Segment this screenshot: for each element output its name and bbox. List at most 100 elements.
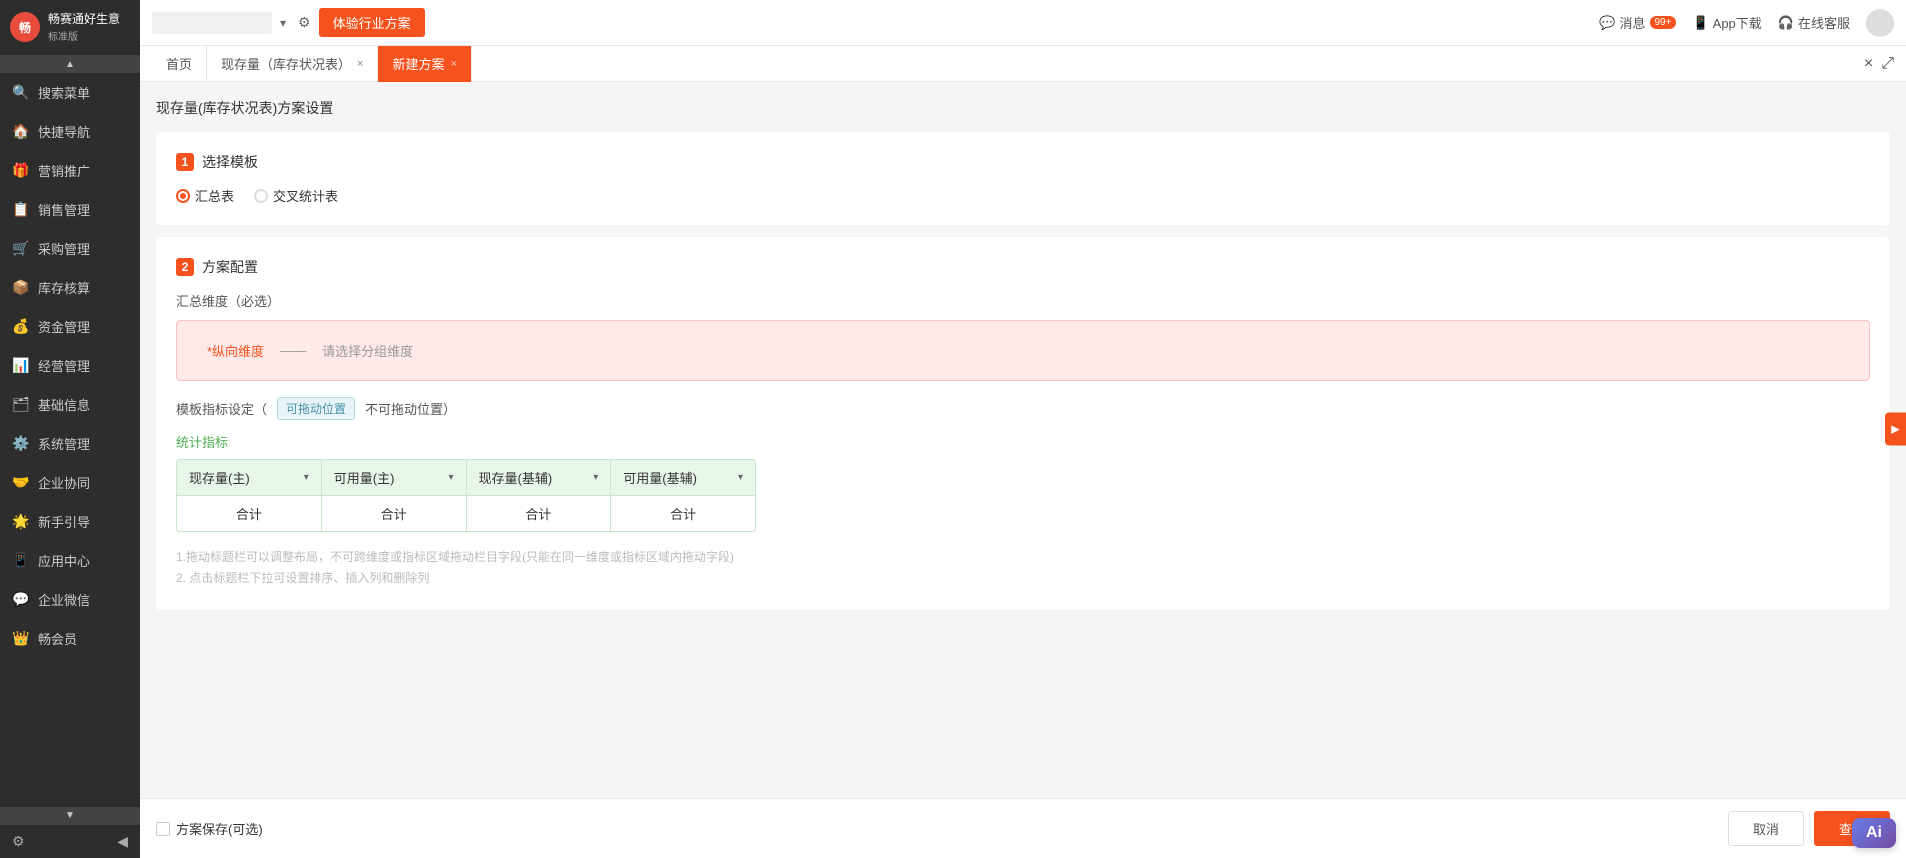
stats-section-title: 统计指标 (176, 432, 1870, 451)
sidebar-scroll-up[interactable]: ▲ (0, 56, 140, 73)
chevron-down-icon-3: ▾ (738, 472, 743, 483)
headset-icon: 🎧 (1778, 15, 1794, 31)
sidebar-item-label: 畅会员 (38, 629, 77, 648)
stats-col-2[interactable]: 现存量(基辅) ▾ (467, 460, 612, 495)
sidebar-scroll-down[interactable]: ▼ (0, 807, 140, 824)
online-service-button[interactable]: 🎧 在线客服 (1778, 13, 1850, 32)
main-area: ▾ ⚙ 体验行业方案 💬 消息 99+ 📱 App下载 🎧 在线客服 首页 (140, 0, 1906, 858)
indicator-settings: 模板指标设定（ 可拖动位置 不可拖动位置） (176, 397, 1870, 420)
crown-icon: 👑 (12, 629, 30, 647)
sidebar-item-vip[interactable]: 👑 畅会员 (0, 619, 140, 658)
stats-body-col-2: 合计 (467, 496, 612, 531)
stats-table-body: 合计 合计 合计 合计 (177, 495, 755, 531)
save-checkbox-box (156, 822, 170, 836)
sidebar-item-cooperation[interactable]: 🤝 企业协同 (0, 463, 140, 502)
stats-col-3-label: 可用量(基辅) (623, 468, 697, 487)
sidebar-item-newbie[interactable]: 🌟 新手引导 (0, 502, 140, 541)
tab-new-scheme-close-icon[interactable]: × (450, 58, 456, 70)
indicator-no-drag-label: 不可拖动位置） (365, 399, 456, 418)
sidebar-item-finance[interactable]: 💰 资金管理 (0, 307, 140, 346)
section2-header: 2 方案配置 (176, 257, 1870, 277)
tabs-right: × ⤢ (1864, 55, 1894, 73)
sidebar-item-appcenter[interactable]: 📱 应用中心 (0, 541, 140, 580)
window-close-button[interactable]: × (1864, 55, 1873, 73)
topbar: ▾ ⚙ 体验行业方案 💬 消息 99+ 📱 App下载 🎧 在线客服 (140, 0, 1906, 46)
right-side-handle[interactable]: ▶ (1885, 413, 1906, 446)
sidebar-item-label: 应用中心 (38, 551, 90, 570)
gear-sidebar-icon: ⚙️ (12, 434, 30, 452)
sidebar-item-label: 企业微信 (38, 590, 90, 609)
sidebar-item-label: 系统管理 (38, 434, 90, 453)
trial-industry-button[interactable]: 体验行业方案 (319, 8, 425, 37)
stats-col-1[interactable]: 可用量(主) ▾ (322, 460, 467, 495)
app-download-button[interactable]: 📱 App下载 (1692, 13, 1761, 32)
sidebar-item-wechat[interactable]: 💬 企业微信 (0, 580, 140, 619)
stats-col-0-label: 现存量(主) (189, 468, 250, 487)
radio-summary-label: 汇总表 (195, 186, 234, 205)
chevron-down-icon-2: ▾ (593, 472, 598, 483)
chevron-down-icon-0: ▾ (304, 472, 309, 483)
folder-icon: 🗂 (12, 395, 30, 413)
tips-section: 1.拖动标题栏可以调整布局，不可跨维度或指标区域拖动栏目字段(只能在同一维度或指… (176, 548, 1870, 586)
sidebar-item-stock[interactable]: 📦 库存核算 (0, 268, 140, 307)
radio-summary[interactable]: 汇总表 (176, 186, 234, 205)
save-checkbox[interactable]: 方案保存(可选) (156, 819, 263, 838)
sidebar-item-label: 搜索菜单 (38, 83, 90, 102)
search-input[interactable] (152, 12, 272, 34)
tab-inventory-close-icon[interactable]: × (357, 58, 363, 70)
search-dropdown-button[interactable]: ▾ (280, 16, 286, 30)
sidebar-item-shortcut[interactable]: 🏠 快捷导航 (0, 112, 140, 151)
tab-new-scheme-label: 新建方案 (392, 54, 444, 73)
sidebar-item-marketing[interactable]: 🎁 营销推广 (0, 151, 140, 190)
message-badge: 99+ (1650, 16, 1677, 29)
tip-1: 2. 点击标题栏下拉可设置排序、插入列和删除列 (176, 569, 1870, 586)
cancel-button[interactable]: 取消 (1728, 811, 1804, 846)
sidebar-item-label: 企业协同 (38, 473, 90, 492)
online-service-label: 在线客服 (1798, 13, 1850, 32)
stats-col-3[interactable]: 可用量(基辅) ▾ (611, 460, 755, 495)
section1-card: 1 选择模板 汇总表 交叉统计表 (156, 132, 1890, 225)
stats-col-1-label: 可用量(主) (334, 468, 395, 487)
sidebar-item-label: 营销推广 (38, 161, 90, 180)
topbar-right: 💬 消息 99+ 📱 App下载 🎧 在线客服 (1599, 9, 1894, 37)
tab-new-scheme[interactable]: 新建方案 × (378, 46, 471, 82)
tab-home[interactable]: 首页 (152, 46, 207, 82)
home-icon: 🏠 (12, 122, 30, 140)
gift-icon: 🎁 (12, 161, 30, 179)
window-expand-button[interactable]: ⤢ (1881, 55, 1894, 73)
topbar-gear-button[interactable]: ⚙ (298, 14, 311, 31)
tab-inventory[interactable]: 现存量（库存状况表） × (207, 46, 378, 82)
sidebar-item-purchase[interactable]: 🛒 采购管理 (0, 229, 140, 268)
message-button[interactable]: 💬 消息 99+ (1599, 13, 1676, 32)
ai-badge[interactable]: Ai (1852, 818, 1896, 848)
stats-col-0[interactable]: 现存量(主) ▾ (177, 460, 322, 495)
save-label: 方案保存(可选) (176, 819, 263, 838)
settings-icon[interactable]: ⚙ (12, 833, 25, 850)
sidebar-item-sales[interactable]: 📋 销售管理 (0, 190, 140, 229)
app-download-icon: 📱 (1692, 15, 1708, 31)
dimension-placeholder[interactable]: 请选择分组维度 (322, 341, 413, 360)
dimension-arrow: —— (280, 343, 306, 358)
logo-text: 畅赛通好生意 (48, 12, 120, 28)
radio-crosstab[interactable]: 交叉统计表 (254, 186, 338, 205)
indicator-draggable-badge: 可拖动位置 (277, 397, 355, 420)
collapse-icon[interactable]: ◀ (117, 833, 128, 850)
tab-home-label: 首页 (166, 54, 192, 73)
message-icon: 💬 (1599, 15, 1615, 31)
radio-crosstab-dot (254, 189, 268, 203)
sidebar-item-basic[interactable]: 🗂 基础信息 (0, 385, 140, 424)
sidebar-item-operations[interactable]: 📊 经营管理 (0, 346, 140, 385)
sidebar-item-label: 销售管理 (38, 200, 90, 219)
section1-num: 1 (176, 153, 194, 171)
sidebar-item-label: 快捷导航 (38, 122, 90, 141)
sidebar-item-label: 采购管理 (38, 239, 90, 258)
template-radio-group: 汇总表 交叉统计表 (176, 186, 1870, 205)
logo-badge: 标准版 (48, 28, 120, 43)
sidebar-item-label: 资金管理 (38, 317, 90, 336)
sidebar-item-search[interactable]: 🔍 搜索菜单 (0, 73, 140, 112)
sidebar-item-system[interactable]: ⚙️ 系统管理 (0, 424, 140, 463)
logo-icon: 畅 (10, 12, 40, 42)
box-icon: 📦 (12, 278, 30, 296)
stats-body-col-1: 合计 (322, 496, 467, 531)
user-avatar[interactable] (1866, 9, 1894, 37)
